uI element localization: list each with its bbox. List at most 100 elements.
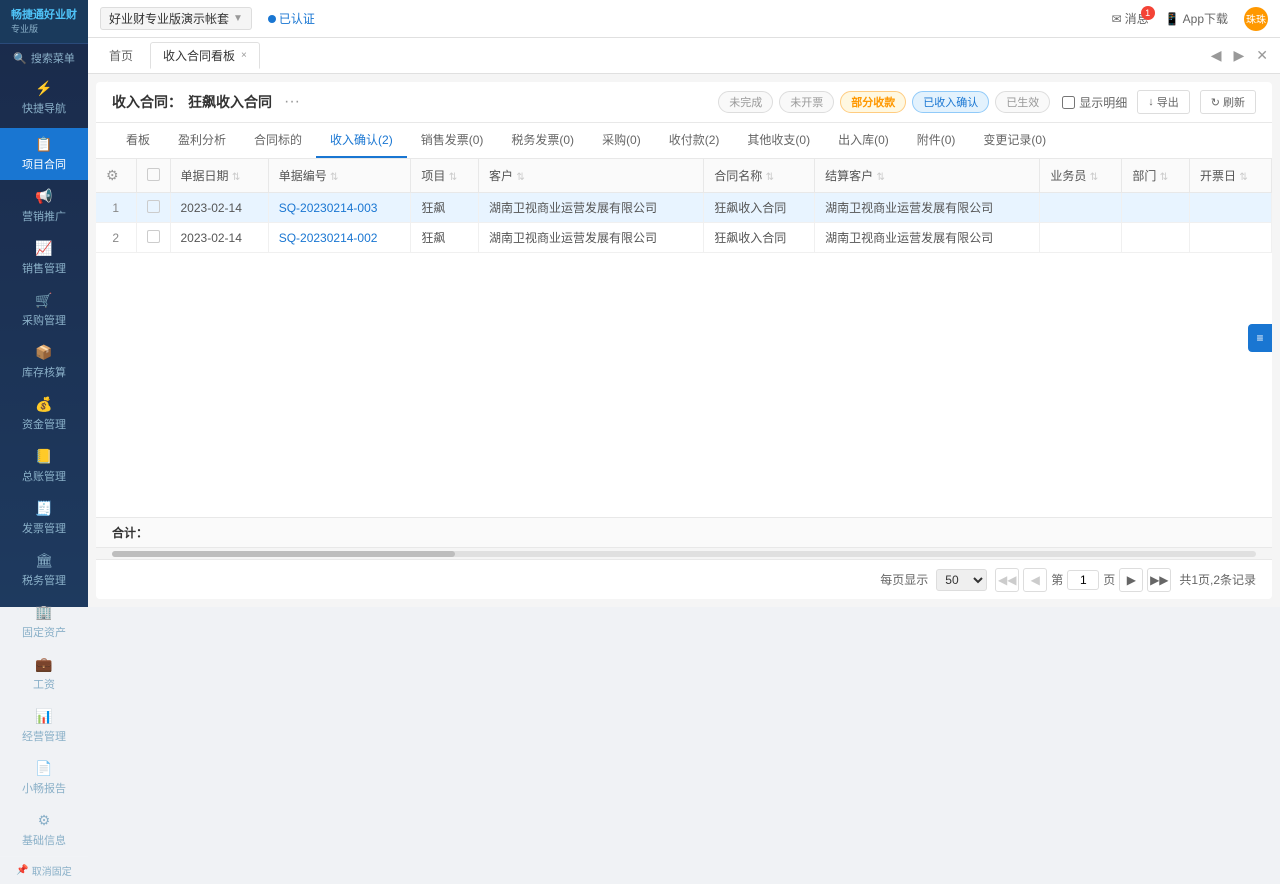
sub-tab-tax-invoice[interactable]: 税务发票(0) — [497, 123, 588, 158]
sub-tab-income-confirm[interactable]: 收入确认(2) — [316, 123, 407, 158]
th-customer[interactable]: 客户 ⇅ — [479, 159, 704, 193]
th-open-date[interactable]: 开票日 ⇅ — [1189, 159, 1271, 193]
first-page-btn[interactable]: ◀◀ — [995, 568, 1019, 592]
sub-tab-board[interactable]: 看板 — [112, 123, 164, 158]
sort-customer-icon[interactable]: ⇅ — [516, 172, 524, 183]
sort-settle-icon[interactable]: ⇅ — [877, 172, 885, 183]
row2-checkbox-cell[interactable] — [136, 223, 170, 253]
tab-home[interactable]: 首页 — [96, 42, 146, 69]
sub-tab-out-storage[interactable]: 出入库(0) — [824, 123, 903, 158]
sub-tab-attachments[interactable]: 附件(0) — [903, 123, 970, 158]
contract-header: 收入合同： 狂飙收入合同 ··· 未完成 未开票 部分收款 已收入确认 已生效 … — [96, 82, 1272, 123]
sub-tab-profit-label: 盈利分析 — [178, 133, 226, 147]
app-download-btn[interactable]: 📱 App下载 — [1165, 10, 1228, 27]
sidebar-item-tax[interactable]: 🏛 税务管理 — [0, 544, 88, 596]
sort-dept-icon[interactable]: ⇅ — [1160, 172, 1168, 183]
contract-more-btn[interactable]: ··· — [284, 93, 300, 111]
sidebar-search[interactable]: 🔍 搜索菜单 — [0, 44, 88, 72]
sort-project-icon[interactable]: ⇅ — [449, 172, 457, 183]
refresh-btn[interactable]: ↻ 刷新 — [1200, 90, 1256, 114]
company-selector[interactable]: 好业财专业版演示帐套 ▼ — [100, 7, 252, 30]
export-btn[interactable]: ↓ 导出 — [1137, 90, 1190, 114]
sort-contract-icon[interactable]: ⇅ — [766, 172, 774, 183]
sub-tab-sales-invoice[interactable]: 销售发票(0) — [407, 123, 498, 158]
sidebar-item-assets[interactable]: 🏢 固定资产 — [0, 596, 88, 648]
sidebar-assets-label: 固定资产 — [22, 624, 66, 640]
sub-tab-purchase[interactable]: 采购(0) — [588, 123, 655, 158]
sidebar-item-basic[interactable]: ⚙ 基础信息 — [0, 804, 88, 856]
sub-tab-payment[interactable]: 收付款(2) — [655, 123, 734, 158]
sidebar-item-ops[interactable]: 📊 经营管理 — [0, 700, 88, 752]
th-number[interactable]: 单据编号 ⇅ — [268, 159, 411, 193]
tab-nav-right[interactable]: ▶ — [1229, 45, 1248, 66]
sidebar-item-sales[interactable]: 📈 销售管理 — [0, 232, 88, 284]
tab-contract-board[interactable]: 收入合同看板 × — [150, 42, 260, 69]
right-action-btn[interactable]: ≡ — [1248, 324, 1272, 352]
th-salesperson[interactable]: 业务员 ⇅ — [1040, 159, 1122, 193]
status-tags: 未完成 未开票 部分收款 已收入确认 已生效 — [718, 91, 1050, 113]
row2-checkbox[interactable] — [147, 230, 160, 243]
display-detail-input[interactable] — [1062, 96, 1075, 109]
last-page-btn[interactable]: ▶▶ — [1147, 568, 1171, 592]
scroll-thumb[interactable] — [112, 551, 455, 557]
prev-page-btn[interactable]: ◀ — [1023, 568, 1047, 592]
phone-icon: 📱 — [1165, 12, 1180, 26]
sidebar-item-marketing[interactable]: 📢 营销推广 — [0, 180, 88, 232]
sidebar-pin-bottom[interactable]: 📌 取消固定 — [0, 856, 88, 884]
sort-sales-icon[interactable]: ⇅ — [1090, 172, 1098, 183]
next-page-btn[interactable]: ▶ — [1119, 568, 1143, 592]
page-word: 页 — [1103, 571, 1115, 588]
row2-number[interactable]: SQ-20230214-002 — [268, 223, 411, 253]
th-department[interactable]: 部门 ⇅ — [1122, 159, 1190, 193]
sort-open-icon[interactable]: ⇅ — [1239, 172, 1247, 183]
status-tag-partial[interactable]: 部分收款 — [840, 91, 906, 113]
header-checkbox[interactable] — [147, 168, 160, 181]
status-tag-confirmed[interactable]: 已收入确认 — [912, 91, 989, 113]
tab-nav-left[interactable]: ◀ — [1207, 45, 1226, 66]
th-project[interactable]: 项目 ⇅ — [411, 159, 479, 193]
row1-checkbox-cell[interactable] — [136, 193, 170, 223]
sub-tab-purchase-label: 采购(0) — [602, 133, 641, 147]
sidebar-item-report[interactable]: 📄 小畅报告 — [0, 752, 88, 804]
sidebar-item-stock[interactable]: 📦 库存核算 — [0, 336, 88, 388]
sub-tab-change-log[interactable]: 变更记录(0) — [969, 123, 1060, 158]
sidebar-item-quick-nav[interactable]: ⚡ 快捷导航 — [0, 72, 88, 124]
sub-tab-profit[interactable]: 盈利分析 — [164, 123, 240, 158]
table-row[interactable]: 1 2023-02-14 SQ-20230214-003 狂飙 湖南卫视商业运营… — [96, 193, 1272, 223]
tab-nav-close[interactable]: ✕ — [1252, 45, 1272, 66]
logo-sub: 专业版 — [11, 22, 77, 35]
row2-project: 狂飙 — [411, 223, 479, 253]
sub-tab-other-income[interactable]: 其他收支(0) — [733, 123, 824, 158]
message-btn[interactable]: ✉ 消息 1 — [1112, 10, 1149, 27]
sidebar-item-hr[interactable]: 💼 工资 — [0, 648, 88, 700]
page-word-before: 第 — [1051, 571, 1063, 588]
table-row[interactable]: 2 2023-02-14 SQ-20230214-002 狂飙 湖南卫视商业运营… — [96, 223, 1272, 253]
page-size-select[interactable]: 50 100 200 — [936, 569, 987, 591]
sidebar-item-invoice[interactable]: 🧾 发票管理 — [0, 492, 88, 544]
row1-number[interactable]: SQ-20230214-003 — [268, 193, 411, 223]
sort-number-icon[interactable]: ⇅ — [330, 172, 338, 183]
sidebar-item-general[interactable]: 📒 总账管理 — [0, 440, 88, 492]
th-settle-customer[interactable]: 结算客户 ⇅ — [815, 159, 1040, 193]
th-date[interactable]: 单据日期 ⇅ — [170, 159, 268, 193]
status-tag-uninvoiced[interactable]: 未开票 — [779, 91, 834, 113]
sidebar-item-purchase[interactable]: 🛒 采购管理 — [0, 284, 88, 336]
sort-date-icon[interactable]: ⇅ — [232, 172, 240, 183]
th-settings[interactable]: ⚙ — [96, 159, 136, 193]
sidebar-item-project[interactable]: 📋 项目合同 — [0, 128, 88, 180]
row1-checkbox[interactable] — [147, 200, 160, 213]
scroll-bar[interactable] — [96, 547, 1272, 559]
row1-settle: 湖南卫视商业运营发展有限公司 — [815, 193, 1040, 223]
tab-close-icon[interactable]: × — [241, 50, 247, 61]
sub-tab-standard[interactable]: 合同标的 — [240, 123, 316, 158]
th-checkbox[interactable] — [136, 159, 170, 193]
status-tag-effective[interactable]: 已生效 — [995, 91, 1050, 113]
sidebar-item-finance[interactable]: 💰 资金管理 — [0, 388, 88, 440]
user-avatar[interactable]: 珠珠 — [1244, 7, 1268, 31]
settings-icon[interactable]: ⚙ — [106, 167, 119, 183]
status-tag-incomplete[interactable]: 未完成 — [718, 91, 773, 113]
row2-num: 2 — [96, 223, 136, 253]
page-input[interactable] — [1067, 570, 1099, 590]
display-detail-checkbox[interactable]: 显示明细 — [1062, 94, 1127, 111]
th-contract-name[interactable]: 合同名称 ⇅ — [704, 159, 815, 193]
